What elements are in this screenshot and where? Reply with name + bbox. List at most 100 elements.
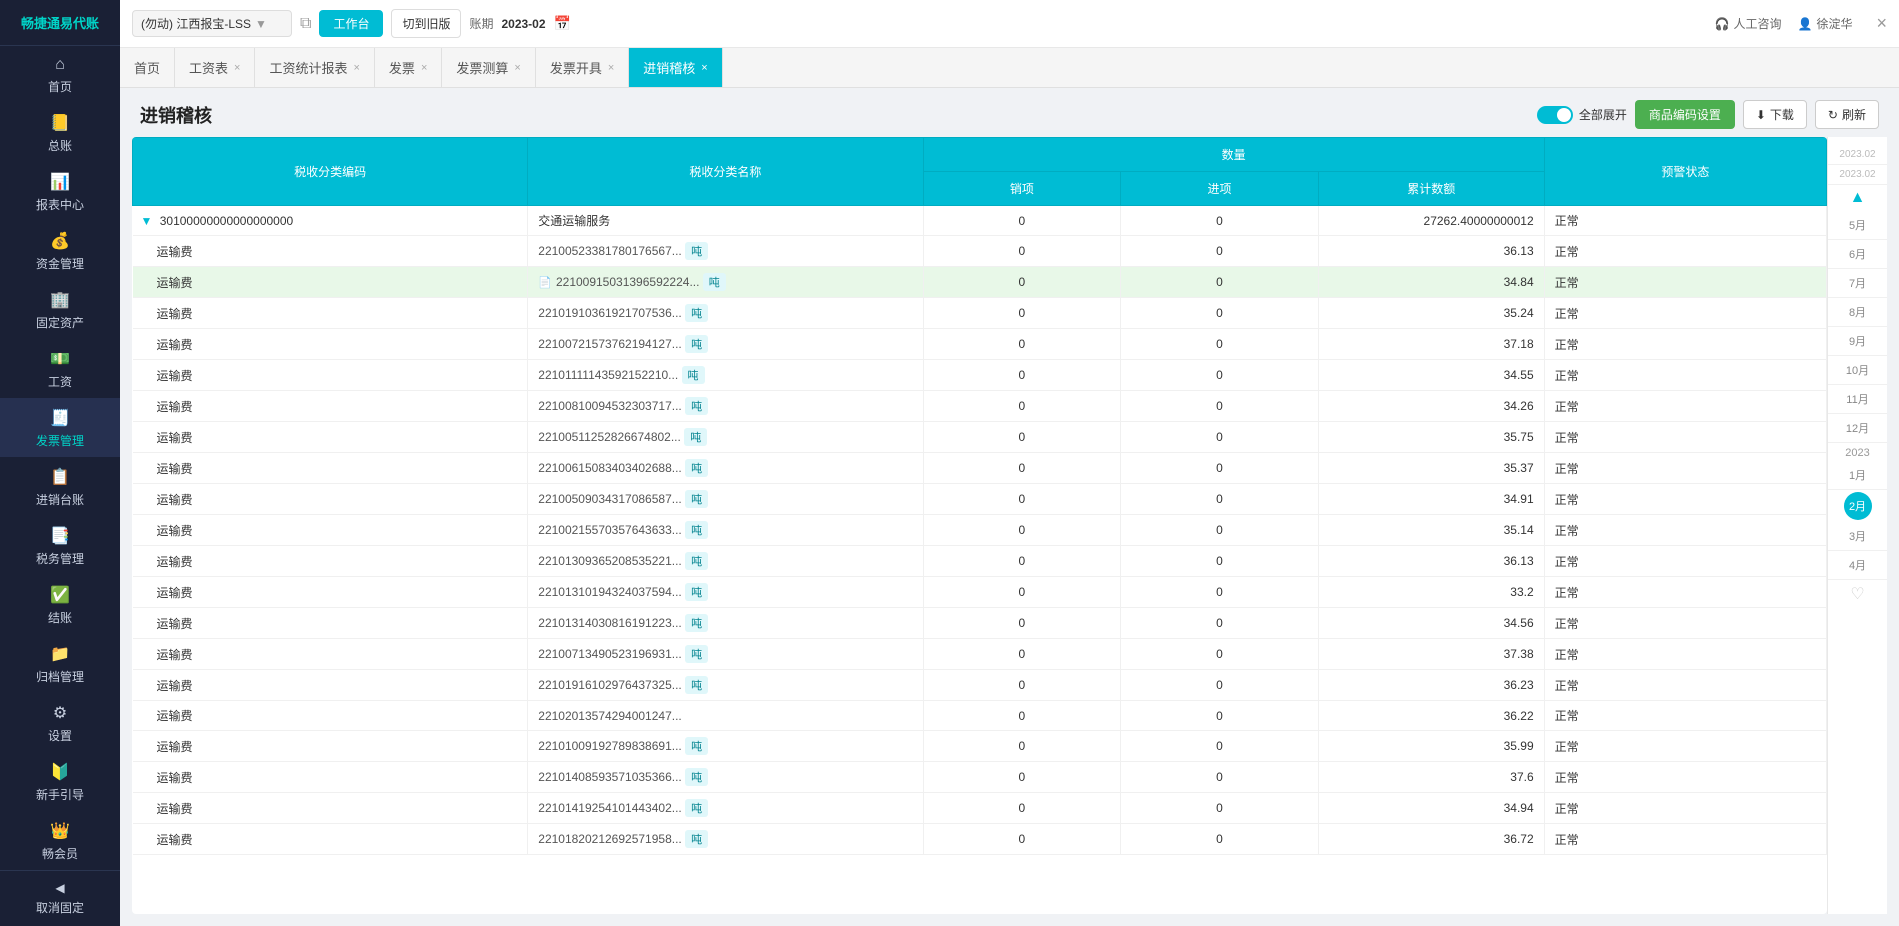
heart-icon[interactable]: ♡ <box>1846 580 1868 608</box>
table-row-sale: 0 <box>923 577 1121 608</box>
table-row-status: 正常 <box>1544 608 1826 639</box>
sidebar-item-ledger[interactable]: 📒 总账 <box>0 103 120 162</box>
month-9[interactable]: 9月 <box>1828 327 1887 356</box>
tab-invoice-calc-close[interactable]: × <box>514 62 520 74</box>
sidebar-item-settings[interactable]: ⚙ 设置 <box>0 693 120 752</box>
sidebar-item-salary[interactable]: 💵 工资 <box>0 339 120 398</box>
settle-icon: ✅ <box>50 585 70 605</box>
sidebar-item-inout[interactable]: 📋 进销台账 <box>0 457 120 516</box>
sidebar-unpin[interactable]: ◀ 取消固定 <box>0 870 120 926</box>
table-row-sale: 0 <box>923 793 1121 824</box>
table-row-cumulative: 35.99 <box>1318 731 1544 762</box>
month-4[interactable]: 4月 <box>1828 551 1887 580</box>
download-icon: ⬇ <box>1756 108 1766 122</box>
sidebar-item-settle[interactable]: ✅ 结账 <box>0 575 120 634</box>
settings-button[interactable]: 商品编码设置 <box>1635 100 1735 129</box>
switch-version-button[interactable]: 切到旧版 <box>391 9 461 38</box>
tab-salary-stats-close[interactable]: × <box>353 62 359 74</box>
month-10[interactable]: 10月 <box>1828 356 1887 385</box>
table-row-status: 正常 <box>1544 206 1826 236</box>
support-btn[interactable]: 🎧 人工咨询 <box>1715 15 1782 32</box>
sidebar-item-member[interactable]: 👑 畅会员 <box>0 811 120 870</box>
table-row-name: 运输费 <box>133 608 528 639</box>
tab-home[interactable]: 首页 <box>120 48 175 87</box>
tabs-bar: 首页 工资表 × 工资统计报表 × 发票 × 发票测算 × 发票开具 × 进销稽… <box>120 48 1899 88</box>
table-row-invoice: 22100215570357643633... 吨 <box>528 515 923 546</box>
table-row-name: 运输费 <box>133 762 528 793</box>
topbar-right: 🎧 人工咨询 👤 徐淀华 × <box>1715 13 1887 34</box>
scroll-up-arrow[interactable]: ▲ <box>1846 185 1870 211</box>
table-row-invoice: 22101314030816191223... 吨 <box>528 608 923 639</box>
sidebar-item-guide[interactable]: 🔰 新手引导 <box>0 752 120 811</box>
month-12[interactable]: 12月 <box>1828 414 1887 443</box>
user-menu[interactable]: 👤 徐淀华 <box>1798 15 1853 32</box>
table-row-sale: 0 <box>923 824 1121 855</box>
tab-salary-table-close[interactable]: × <box>234 62 240 74</box>
tab-invoice-open-close[interactable]: × <box>608 62 614 74</box>
sidebar-item-reports[interactable]: 📊 报表中心 <box>0 162 120 221</box>
company-dropdown-arrow: ▼ <box>255 17 267 31</box>
th-status: 预警状态 <box>1544 138 1826 206</box>
unit-tag: 吨 <box>685 490 708 508</box>
month-2-active[interactable]: 2月 <box>1844 492 1872 520</box>
close-button[interactable]: × <box>1876 13 1887 34</box>
table-row-status: 正常 <box>1544 391 1826 422</box>
home-icon: ⌂ <box>55 56 65 74</box>
main-table-wrapper: 税收分类编码 税收分类名称 数量 预警状态 销项 进项 累计数额 ▼ <box>132 137 1827 914</box>
table-row-cumulative: 36.22 <box>1318 701 1544 731</box>
period-2023-02-top: 2023.02 <box>1828 145 1887 165</box>
table-row-name: 运输费 <box>133 484 528 515</box>
month-6[interactable]: 6月 <box>1828 240 1887 269</box>
table-row-purchase: 0 <box>1121 422 1319 453</box>
table-row-status: 正常 <box>1544 422 1826 453</box>
period-2023-02-bottom: 2023.02 <box>1828 165 1887 185</box>
table-row-name: 运输费 <box>133 731 528 762</box>
tab-invoice-calc[interactable]: 发票测算 × <box>442 48 535 87</box>
month-5[interactable]: 5月 <box>1828 211 1887 240</box>
calendar-icon[interactable]: 📅 <box>554 15 571 32</box>
sidebar-item-archive[interactable]: 📁 归档管理 <box>0 634 120 693</box>
sidebar-item-home[interactable]: ⌂ 首页 <box>0 46 120 103</box>
table-row-cumulative: 34.91 <box>1318 484 1544 515</box>
toggle-thumb <box>1557 108 1571 122</box>
table-row-sale: 0 <box>923 701 1121 731</box>
tab-invoice[interactable]: 发票 × <box>375 48 442 87</box>
table-row-invoice: 22102013574294001247... <box>528 701 923 731</box>
tab-inout-check[interactable]: 进销稽核 × <box>629 48 722 87</box>
tab-inout-check-close[interactable]: × <box>701 62 707 74</box>
month-8[interactable]: 8月 <box>1828 298 1887 327</box>
expand-all-toggle[interactable]: 全部展开 <box>1537 106 1627 124</box>
tab-salary-stats[interactable]: 工资统计报表 × <box>255 48 374 87</box>
expand-icon[interactable]: ▼ <box>141 214 153 228</box>
tab-salary-table[interactable]: 工资表 × <box>175 48 255 87</box>
unit-tag: 吨 <box>685 645 708 663</box>
month-3[interactable]: 3月 <box>1828 522 1887 551</box>
toggle-track[interactable] <box>1537 106 1573 124</box>
sidebar-item-invoice[interactable]: 🧾 发票管理 <box>0 398 120 457</box>
company-selector[interactable]: (勿动) 江西报宝-LSS ▼ <box>132 10 292 37</box>
table-row-purchase: 0 <box>1121 391 1319 422</box>
table-row-sale: 0 <box>923 670 1121 701</box>
month-11[interactable]: 11月 <box>1828 385 1887 414</box>
month-1[interactable]: 1月 <box>1828 461 1887 490</box>
download-button[interactable]: ⬇ 下载 <box>1743 100 1807 129</box>
table-row-invoice: 22101309365208535221... 吨 <box>528 546 923 577</box>
copy-icon[interactable]: ⧉ <box>300 15 311 33</box>
invoice-icon: 🧾 <box>50 408 70 428</box>
workbench-button[interactable]: 工作台 <box>319 10 383 37</box>
sidebar-item-funds[interactable]: 💰 资金管理 <box>0 221 120 280</box>
table-row-sale: 0 <box>923 762 1121 793</box>
tab-invoice-open[interactable]: 发票开具 × <box>536 48 629 87</box>
sidebar-item-assets[interactable]: 🏢 固定资产 <box>0 280 120 339</box>
month-7[interactable]: 7月 <box>1828 269 1887 298</box>
table-row-invoice: 22101408593571035366... 吨 <box>528 762 923 793</box>
table-row-purchase: 0 <box>1121 453 1319 484</box>
page-header: 进销稽核 全部展开 商品编码设置 ⬇ 下载 ↻ 刷新 <box>120 88 1899 137</box>
unit-tag: 吨 <box>685 737 708 755</box>
sidebar-item-tax[interactable]: 📑 税务管理 <box>0 516 120 575</box>
table-row-name: 运输费 <box>133 329 528 360</box>
table-row-name: 运输费 <box>133 236 528 267</box>
tab-invoice-close[interactable]: × <box>421 62 427 74</box>
refresh-button[interactable]: ↻ 刷新 <box>1815 100 1879 129</box>
table-row-status: 正常 <box>1544 236 1826 267</box>
